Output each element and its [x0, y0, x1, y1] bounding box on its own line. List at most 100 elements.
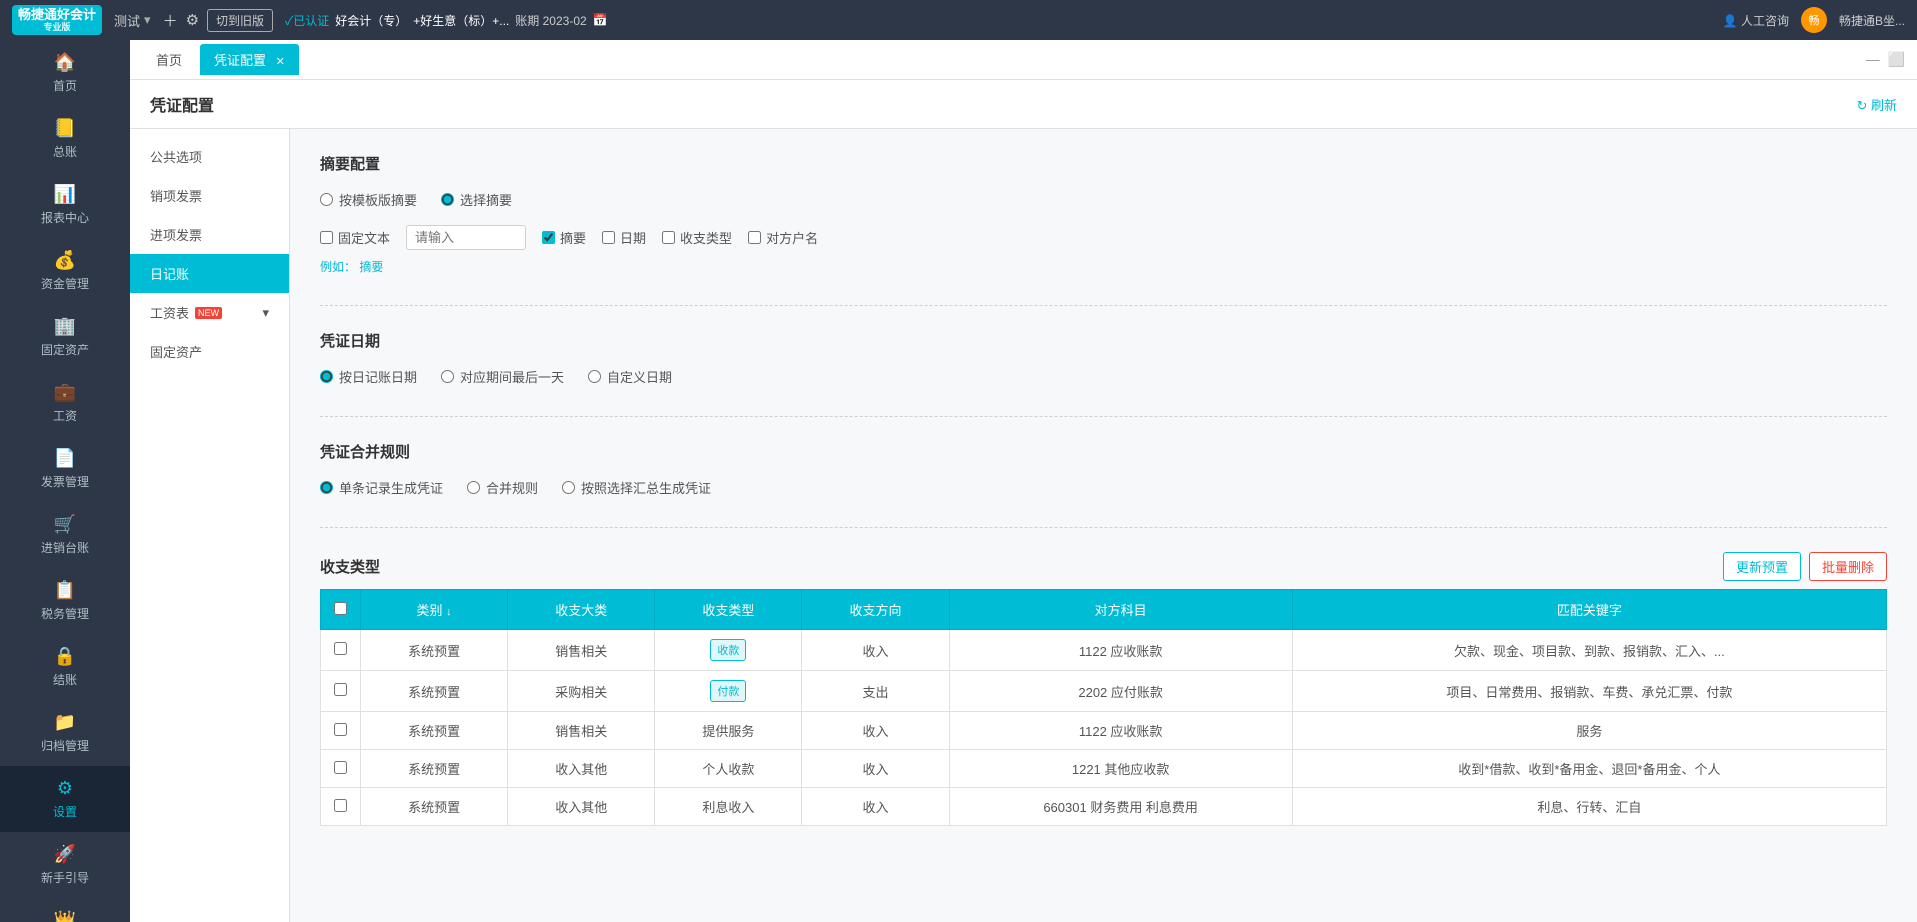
- sidebar-item-invoice[interactable]: 📄 发票管理: [0, 436, 130, 502]
- sidebar-item-assets[interactable]: 🏢 固定资产: [0, 304, 130, 370]
- row-checkbox-cell[interactable]: [321, 630, 361, 671]
- sidebar-item-tax[interactable]: 📋 税务管理: [0, 568, 130, 634]
- th-checkbox[interactable]: [321, 590, 361, 630]
- radio-journal-date-input[interactable]: [320, 370, 333, 383]
- type-checkbox[interactable]: [662, 231, 675, 244]
- radio-select-total[interactable]: 按照选择汇总生成凭证: [562, 478, 711, 497]
- voucher-date-section: 凭证日期 按日记账日期 对应期间最后一天: [320, 330, 1887, 386]
- sidebar-item-home[interactable]: 🏠 首页: [0, 40, 130, 106]
- sidebar-item-guide[interactable]: 🚀 新手引导: [0, 832, 130, 898]
- sidebar-item-archive[interactable]: 📁 归档管理: [0, 700, 130, 766]
- user-avatar: 畅: [1801, 7, 1827, 33]
- row-checkbox-4[interactable]: [334, 799, 347, 812]
- radio-merge[interactable]: 合并规则: [467, 478, 538, 497]
- income-expense-section: 收支类型 更新预置 批量删除 类: [320, 552, 1887, 826]
- row-checkbox-cell[interactable]: [321, 671, 361, 712]
- checkbox-counterpart[interactable]: 对方户名: [748, 228, 818, 247]
- radio-single[interactable]: 单条记录生成凭证: [320, 478, 443, 497]
- checkbox-type[interactable]: 收支类型: [662, 228, 732, 247]
- row-category: 系统预置: [361, 671, 508, 712]
- main-content: 首页 凭证配置 ✕ — ⬜ 凭证配置 ↻ 刷新: [130, 40, 1917, 922]
- sidebar-label-purchase: 进销台账: [41, 539, 89, 556]
- sidebar-item-fund[interactable]: 💰 资金管理: [0, 238, 130, 304]
- switch-old-btn[interactable]: 切到旧版: [207, 9, 273, 32]
- member-icon: 👑: [54, 910, 76, 922]
- radio-single-input[interactable]: [320, 481, 333, 494]
- summary-checkbox[interactable]: [542, 231, 555, 244]
- nav-payroll[interactable]: 工资表 NEW ▾: [130, 293, 289, 332]
- row-checkbox-0[interactable]: [334, 642, 347, 655]
- tab-maximize-icon[interactable]: ⬜: [1888, 51, 1905, 68]
- new-badge: NEW: [195, 307, 222, 319]
- nav-fixed-assets[interactable]: 固定资产: [130, 332, 289, 371]
- sidebar-label-archive: 归档管理: [41, 737, 89, 754]
- radio-period-last-input[interactable]: [441, 370, 454, 383]
- tab-minimize-icon[interactable]: —: [1866, 51, 1880, 68]
- calendar-icon[interactable]: 📅: [593, 13, 608, 27]
- batch-delete-btn[interactable]: 批量删除: [1809, 552, 1887, 581]
- purchase-icon: 🛒: [54, 514, 76, 535]
- row-type: 个人收款: [655, 750, 802, 788]
- radio-custom-date-input[interactable]: [588, 370, 601, 383]
- radio-template-input[interactable]: [320, 193, 333, 206]
- th-category[interactable]: 类别: [361, 590, 508, 630]
- table-row: 系统预置 销售相关 收款 收入 1122 应收账款 欠款、现金、项目款、到款、报…: [321, 630, 1887, 671]
- row-checkbox-1[interactable]: [334, 683, 347, 696]
- sidebar-item-ledger[interactable]: 📒 总账: [0, 106, 130, 172]
- counterpart-checkbox[interactable]: [748, 231, 761, 244]
- sidebar-item-settings[interactable]: ⚙ 设置: [0, 766, 130, 832]
- radio-journal-date[interactable]: 按日记账日期: [320, 367, 417, 386]
- nav-purchase-invoice[interactable]: 进项发票: [130, 215, 289, 254]
- radio-select[interactable]: 选择摘要: [441, 190, 512, 209]
- dropdown-icon[interactable]: ▾: [144, 12, 151, 28]
- report-icon: 📊: [54, 184, 76, 205]
- sidebar-item-purchase[interactable]: 🛒 进销台账: [0, 502, 130, 568]
- gear-icon[interactable]: ⚙: [186, 11, 199, 29]
- date-checkbox[interactable]: [602, 231, 615, 244]
- assets-icon: 🏢: [54, 316, 76, 337]
- checkbox-fixed-text[interactable]: 固定文本: [320, 228, 390, 247]
- fund-icon: 💰: [54, 250, 76, 271]
- radio-period-last[interactable]: 对应期间最后一天: [441, 367, 564, 386]
- refresh-btn[interactable]: ↻ 刷新: [1856, 95, 1897, 114]
- sidebar-item-member[interactable]: 👑 畅会员: [0, 898, 130, 922]
- row-checkbox-2[interactable]: [334, 723, 347, 736]
- row-checkbox-cell[interactable]: [321, 750, 361, 788]
- nav-public[interactable]: 公共选项: [130, 137, 289, 176]
- sidebar-item-close[interactable]: 🔒 结账: [0, 634, 130, 700]
- income-expense-table: 类别 收支大类 收支类型 收支方向: [320, 589, 1887, 826]
- radio-merge-input[interactable]: [467, 481, 480, 494]
- sidebar-label-settings: 设置: [53, 803, 77, 820]
- radio-custom-date[interactable]: 自定义日期: [588, 367, 672, 386]
- sidebar-item-salary[interactable]: 💼 工资: [0, 370, 130, 436]
- fixed-text-input[interactable]: [406, 225, 526, 250]
- voucher-date-title: 凭证日期: [320, 330, 1887, 351]
- radio-template[interactable]: 按模板版摘要: [320, 190, 417, 209]
- add-icon[interactable]: ＋: [163, 10, 178, 31]
- fixed-text-checkbox[interactable]: [320, 231, 333, 244]
- table-header-row: 收支类型 更新预置 批量删除: [320, 552, 1887, 581]
- checkbox-summary[interactable]: 摘要: [542, 228, 586, 247]
- tab-voucher-config[interactable]: 凭证配置 ✕: [200, 44, 299, 75]
- summary-radio-group: 按模板版摘要 选择摘要: [320, 190, 1887, 209]
- select-all-checkbox[interactable]: [334, 602, 347, 615]
- checkbox-date[interactable]: 日期: [602, 228, 646, 247]
- nav-sales-invoice[interactable]: 销项发票: [130, 176, 289, 215]
- tab-close-icon[interactable]: ✕: [276, 56, 285, 68]
- row-checkbox-cell[interactable]: [321, 788, 361, 826]
- logo-sub: 专业版: [44, 22, 71, 33]
- tag-good1: 好会计（专）: [335, 12, 407, 29]
- update-preset-btn[interactable]: 更新预置: [1723, 552, 1801, 581]
- settings-icon: ⚙: [57, 778, 73, 799]
- row-checkbox-cell[interactable]: [321, 712, 361, 750]
- radio-select-input[interactable]: [441, 193, 454, 206]
- row-checkbox-3[interactable]: [334, 761, 347, 774]
- row-category: 系统预置: [361, 630, 508, 671]
- tab-home[interactable]: 首页: [142, 44, 196, 75]
- tag-certified: ✓已认证: [285, 12, 329, 29]
- nav-journal[interactable]: 日记账: [130, 254, 289, 293]
- sidebar-item-report[interactable]: 📊 报表中心: [0, 172, 130, 238]
- radio-select-total-input[interactable]: [562, 481, 575, 494]
- th-direction: 收支方向: [802, 590, 949, 630]
- service-btn[interactable]: 👤 人工咨询: [1723, 12, 1789, 29]
